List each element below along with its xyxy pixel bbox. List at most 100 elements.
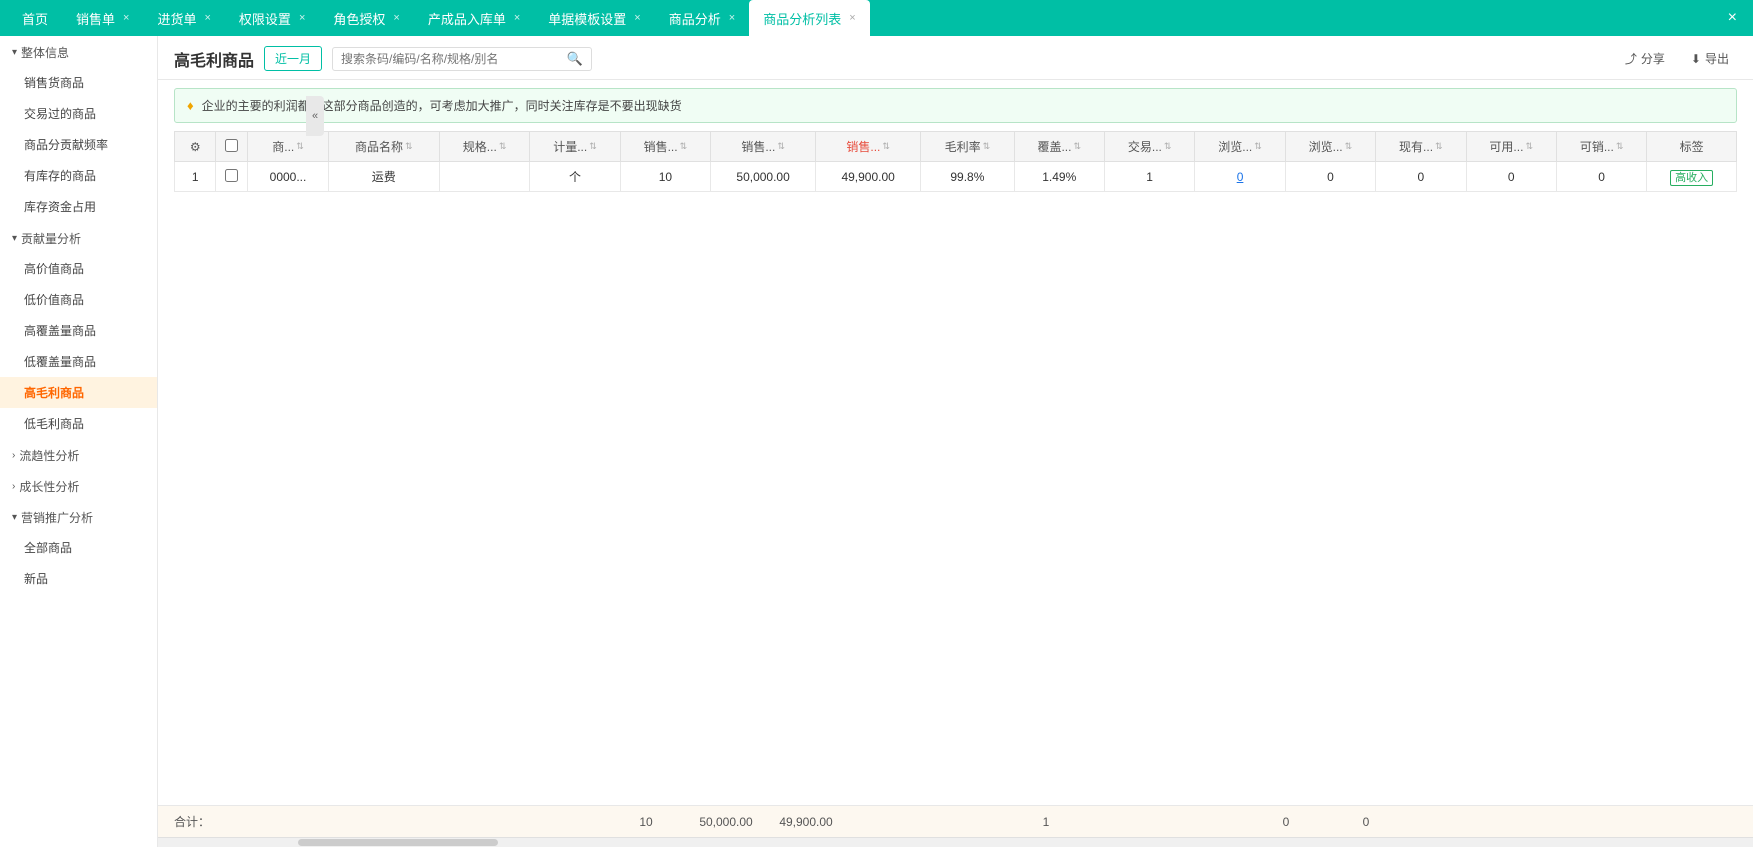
col-transaction[interactable]: 交易...⇅ [1104, 132, 1194, 162]
sidebar-item-sales-goods[interactable]: 销售货商品 [0, 67, 157, 98]
top-navigation: 首页 销售单 × 进货单 × 权限设置 × 角色授权 × 产成品入库单 × 单据… [0, 0, 1753, 36]
col-sales1[interactable]: 销售...⇅ [620, 132, 710, 162]
sidebar-item-low-value[interactable]: 低价值商品 [0, 284, 157, 315]
nav-analysis-list-close[interactable]: × [849, 12, 855, 24]
sidebar-item-high-value[interactable]: 高价值商品 [0, 253, 157, 284]
window-close-button[interactable]: × [1720, 9, 1745, 27]
col-sales3[interactable]: 销售...⇅ [816, 132, 921, 162]
col-margin-rate[interactable]: 毛利率⇅ [921, 132, 1014, 162]
nav-home-label: 首页 [22, 9, 48, 28]
horizontal-scrollbar[interactable] [158, 837, 1753, 847]
row-unit: 个 [530, 162, 620, 192]
goods-table: ⚙ 商...⇅ 商品名称⇅ 规格...⇅ 计量...⇅ 销售...⇅ 销售...… [174, 131, 1737, 192]
sidebar-group-overall[interactable]: ▾ 整体信息 [0, 36, 157, 67]
scrollbar-thumb[interactable] [298, 839, 498, 846]
row-name: 运费 [328, 162, 439, 192]
col-tag: 标签 [1647, 132, 1737, 162]
nav-role-close[interactable]: × [393, 12, 399, 24]
sidebar-item-new-goods[interactable]: 新品 [0, 563, 157, 594]
nav-permission[interactable]: 权限设置 × [225, 0, 319, 36]
row-checkbox-cell[interactable] [216, 162, 248, 192]
sidebar-item-stock-capital[interactable]: 库存资金占用 [0, 191, 157, 222]
col-spec[interactable]: 规格...⇅ [439, 132, 529, 162]
col-name[interactable]: 商品名称⇅ [328, 132, 439, 162]
row-sales1: 10 [620, 162, 710, 192]
row-index: 1 [175, 162, 216, 192]
col-stock-sellable[interactable]: 可销...⇅ [1556, 132, 1646, 162]
group-marketing-arrow: ▾ [12, 512, 17, 523]
row-coverage: 1.49% [1014, 162, 1104, 192]
row-stock-current: 0 [1376, 162, 1466, 192]
group-contribution-label: 贡献量分析 [21, 230, 81, 247]
col-code[interactable]: 商...⇅ [248, 132, 328, 162]
sidebar-item-contribution-rate[interactable]: 商品分贡献频率 [0, 129, 157, 160]
table-row: 1 0000... 运费 个 10 50,000.00 49,900.00 99… [175, 162, 1737, 192]
row-code: 0000... [248, 162, 328, 192]
search-input[interactable] [341, 52, 561, 66]
sidebar-item-high-coverage[interactable]: 高覆盖量商品 [0, 315, 157, 346]
nav-template-label: 单据模板设置 [548, 9, 626, 28]
nav-sales-label: 销售单 [76, 9, 115, 28]
nav-sales[interactable]: 销售单 × [62, 0, 143, 36]
table-container: ⚙ 商...⇅ 商品名称⇅ 规格...⇅ 计量...⇅ 销售...⇅ 销售...… [158, 131, 1753, 805]
share-button[interactable]: ⤴ 分享 [1617, 47, 1673, 70]
export-button[interactable]: ⬇ 导出 [1683, 47, 1737, 70]
tag-badge: 高收入 [1670, 170, 1713, 186]
sidebar-group-contribution[interactable]: ▾ 贡献量分析 [0, 222, 157, 253]
nav-analysis-close[interactable]: × [729, 12, 735, 24]
nav-product-in[interactable]: 产成品入库单 × [414, 0, 534, 36]
sidebar-item-low-margin[interactable]: 低毛利商品 [0, 408, 157, 439]
row-checkbox[interactable] [225, 169, 238, 182]
nav-product-in-close[interactable]: × [514, 12, 520, 24]
col-stock-current[interactable]: 现有...⇅ [1376, 132, 1466, 162]
row-tag: 高收入 [1647, 162, 1737, 192]
sidebar-toggle-button[interactable]: « [306, 96, 324, 136]
sidebar-item-traded-goods[interactable]: 交易过的商品 [0, 98, 157, 129]
footer-sales2: 50,000.00 [686, 815, 766, 829]
nav-purchase-close[interactable]: × [204, 12, 210, 24]
nav-analysis-list[interactable]: 商品分析列表 × [749, 0, 869, 36]
sidebar-item-in-stock[interactable]: 有库存的商品 [0, 160, 157, 191]
group-overall-arrow: ▾ [12, 47, 17, 58]
col-settings[interactable]: ⚙ [175, 132, 216, 162]
col-stock-available[interactable]: 可用...⇅ [1466, 132, 1556, 162]
row-spec [439, 162, 529, 192]
group-growth-arrow: › [12, 481, 15, 492]
search-icon[interactable]: 🔍 [567, 51, 583, 67]
nav-sales-close[interactable]: × [123, 12, 129, 24]
sidebar-item-all-goods[interactable]: 全部商品 [0, 532, 157, 563]
nav-home[interactable]: 首页 [8, 0, 62, 36]
footer-stock-current: 0 [1246, 815, 1326, 829]
filter-recent-month-button[interactable]: 近一月 [264, 46, 322, 71]
nav-analysis[interactable]: 商品分析 × [655, 0, 749, 36]
col-checkbox[interactable] [216, 132, 248, 162]
footer-transaction: 1 [1006, 815, 1086, 829]
nav-template[interactable]: 单据模板设置 × [534, 0, 654, 36]
col-sales2[interactable]: 销售...⇅ [711, 132, 816, 162]
select-all-checkbox[interactable] [225, 139, 238, 152]
footer-sales1: 10 [606, 815, 686, 829]
col-browse1[interactable]: 浏览...⇅ [1195, 132, 1285, 162]
row-sales3: 49,900.00 [816, 162, 921, 192]
footer-stock-available: 0 [1326, 815, 1406, 829]
export-icon: ⬇ [1691, 52, 1701, 66]
sidebar-item-high-margin[interactable]: 高毛利商品 [0, 377, 157, 408]
nav-purchase[interactable]: 进货单 × [143, 0, 224, 36]
nav-template-close[interactable]: × [634, 12, 640, 24]
row-browse1[interactable]: 0 [1195, 162, 1285, 192]
info-banner: ♦ 企业的主要的利润都是这部分商品创造的，可考虑加大推广，同时关注库存是不要出现… [174, 88, 1737, 123]
group-contribution-arrow: ▾ [12, 233, 17, 244]
col-unit[interactable]: 计量...⇅ [530, 132, 620, 162]
sidebar-group-trend[interactable]: › 流趋性分析 [0, 439, 157, 470]
table-header-row: ⚙ 商...⇅ 商品名称⇅ 规格...⇅ 计量...⇅ 销售...⇅ 销售...… [175, 132, 1737, 162]
info-banner-text: 企业的主要的利润都是这部分商品创造的，可考虑加大推广，同时关注库存是不要出现缺货 [202, 97, 682, 114]
sidebar-group-marketing[interactable]: ▾ 营销推广分析 [0, 501, 157, 532]
col-coverage[interactable]: 覆盖...⇅ [1014, 132, 1104, 162]
sidebar-item-low-coverage[interactable]: 低覆盖量商品 [0, 346, 157, 377]
nav-role[interactable]: 角色授权 × [319, 0, 413, 36]
row-browse2: 0 [1285, 162, 1375, 192]
col-browse2[interactable]: 浏览...⇅ [1285, 132, 1375, 162]
group-overall-label: 整体信息 [21, 44, 69, 61]
sidebar-group-growth[interactable]: › 成长性分析 [0, 470, 157, 501]
nav-permission-close[interactable]: × [299, 12, 305, 24]
